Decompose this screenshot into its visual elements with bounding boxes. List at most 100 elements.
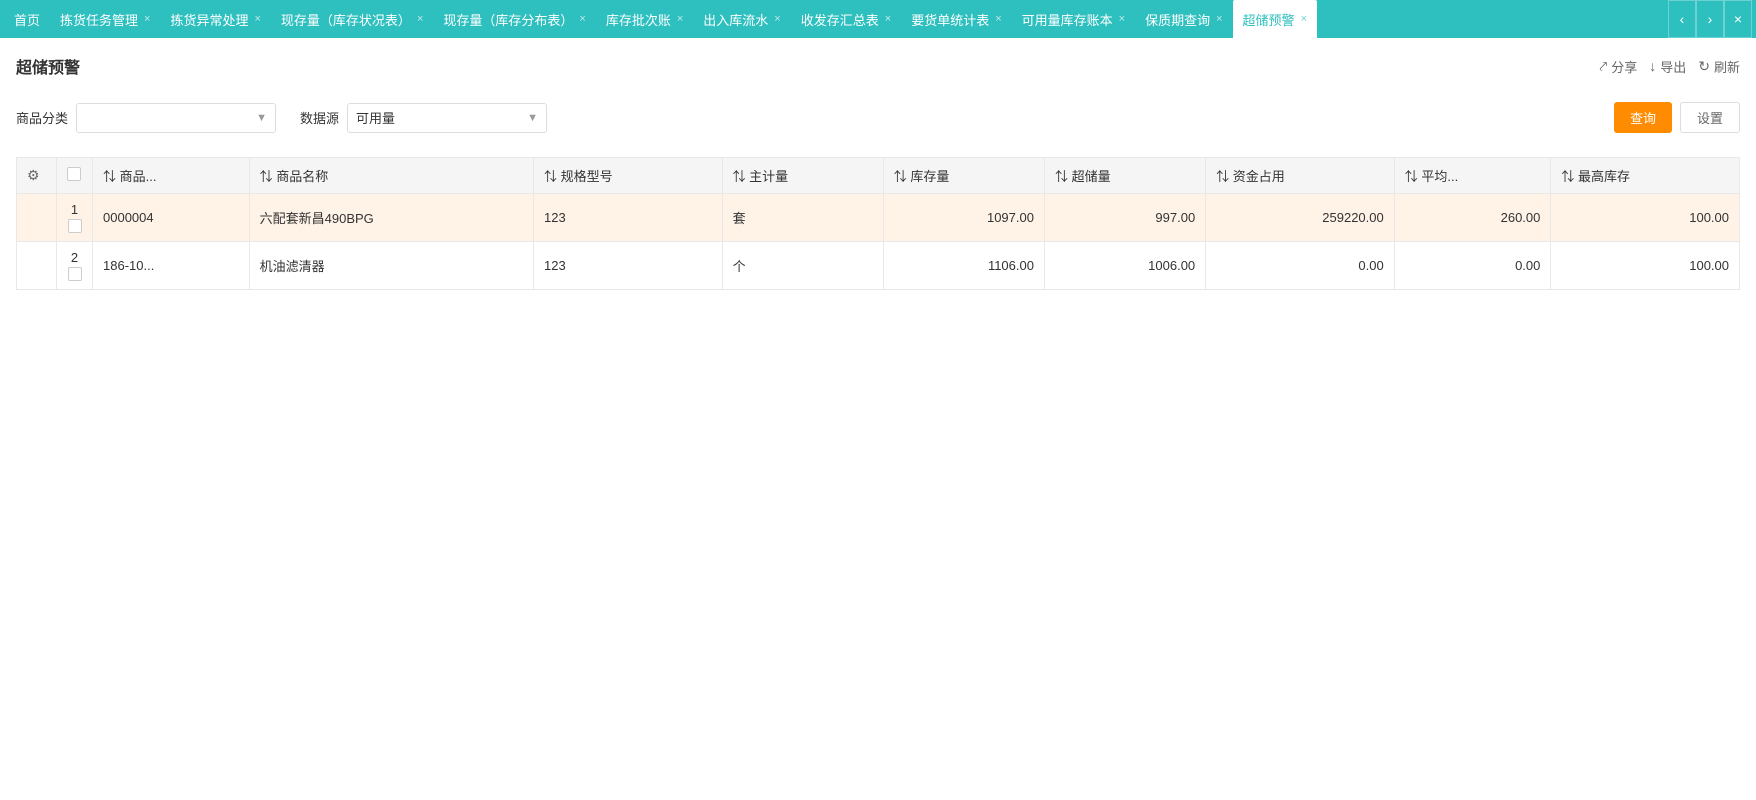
filter-buttons: 查询 设置: [1614, 102, 1740, 133]
row-capital-0: 259220.00: [1206, 194, 1395, 242]
nav-available-account[interactable]: 可用量库存账本 ×: [1012, 0, 1135, 38]
row-sku-code-0: 0000004: [93, 194, 250, 242]
th-capital: ⇅ 资金占用: [1206, 158, 1395, 194]
row-number-0: 1: [71, 202, 78, 217]
top-navigation: 首页 拣货任务管理 × 拣货异常处理 × 现存量（库存状况表） × 现存量（库存…: [0, 0, 1756, 38]
row-max-stock-1: 100.00: [1551, 242, 1740, 290]
th-sku-name: ⇅ 商品名称: [249, 158, 533, 194]
row-sku-name-0: 六配套新昌490BPG: [249, 194, 533, 242]
table-row: 2 186-10... 机油滤清器 123 个 1106.00 1006.00 …: [17, 242, 1740, 290]
th-sku-code-label: ⇅ 商品...: [103, 169, 156, 184]
th-max-stock-label: ⇅ 最高库存: [1561, 169, 1630, 184]
th-capital-label: ⇅ 资金占用: [1216, 169, 1285, 184]
export-button[interactable]: ↓ 导出: [1649, 57, 1686, 76]
nav-order-stats[interactable]: 要货单统计表 ×: [901, 0, 1011, 38]
th-avg: ⇅ 平均...: [1394, 158, 1551, 194]
row-capital-1: 0.00: [1206, 242, 1395, 290]
th-unit-label: ⇅ 主计量: [733, 169, 789, 184]
th-unit: ⇅ 主计量: [722, 158, 883, 194]
nav-close-inventory-batch[interactable]: ×: [677, 13, 683, 25]
nav-inventory-dist[interactable]: 现存量（库存分布表） ×: [433, 0, 595, 38]
nav-inventory-status[interactable]: 现存量（库存状况表） ×: [271, 0, 433, 38]
row-max-stock-0: 100.00: [1551, 194, 1740, 242]
table-row: 1 0000004 六配套新昌490BPG 123 套 1097.00 997.…: [17, 194, 1740, 242]
row-spec-0: 123: [534, 194, 723, 242]
export-icon: ↓: [1649, 58, 1656, 74]
th-sku-code: ⇅ 商品...: [93, 158, 250, 194]
row-overstock-0: 997.00: [1044, 194, 1205, 242]
row-num-0: 1: [57, 194, 93, 242]
title-actions: ⤤ 分享 ↓ 导出 ↻ 刷新: [1599, 57, 1740, 76]
row-overstock-1: 1006.00: [1044, 242, 1205, 290]
nav-inout-flow[interactable]: 出入库流水 ×: [693, 0, 790, 38]
row-settings-0: [17, 194, 57, 242]
row-sku-code-1: 186-10...: [93, 242, 250, 290]
nav-arrow-group: ‹ › ×: [1668, 0, 1752, 38]
category-dropdown-icon: ▼: [256, 112, 267, 124]
refresh-button[interactable]: ↻ 刷新: [1698, 57, 1740, 76]
row-sku-name-1: 机油滤清器: [249, 242, 533, 290]
page-content: 超储预警 ⤤ 分享 ↓ 导出 ↻ 刷新 商品分类 ▼ 数据源: [0, 38, 1756, 800]
row-number-1: 2: [71, 250, 78, 265]
nav-close-exception-proc[interactable]: ×: [254, 13, 260, 25]
th-overstock: ⇅ 超储量: [1044, 158, 1205, 194]
nav-recv-send-summary[interactable]: 收发存汇总表 ×: [791, 0, 901, 38]
header-checkbox[interactable]: [67, 167, 81, 181]
th-spec-label: ⇅ 规格型号: [544, 169, 613, 184]
nav-close-inventory-status[interactable]: ×: [417, 13, 423, 25]
refresh-icon: ↻: [1698, 58, 1710, 75]
nav-arrow-right[interactable]: ›: [1696, 0, 1724, 38]
page-title: 超储预警: [16, 54, 80, 78]
filter-datasource: 数据源 可用量 ▼: [300, 103, 547, 133]
row-num-1: 2: [57, 242, 93, 290]
settings-button[interactable]: 设置: [1680, 102, 1740, 133]
page-title-bar: 超储预警 ⤤ 分享 ↓ 导出 ↻ 刷新: [16, 54, 1740, 78]
nav-overstock-warning[interactable]: 超储预警 ×: [1233, 0, 1317, 38]
nav-close-recv-send-summary[interactable]: ×: [885, 13, 891, 25]
nav-close-order-stats[interactable]: ×: [995, 13, 1001, 25]
nav-quality-check[interactable]: 保质期查询 ×: [1135, 0, 1232, 38]
row-checkbox-1[interactable]: [68, 267, 82, 281]
filter-bar: 商品分类 ▼ 数据源 可用量 ▼ 查询 设置: [16, 94, 1740, 141]
row-unit-1: 个: [722, 242, 883, 290]
row-spec-1: 123: [534, 242, 723, 290]
nav-task-mgmt[interactable]: 拣货任务管理 ×: [50, 0, 160, 38]
gear-icon[interactable]: ⚙: [27, 167, 40, 183]
row-stock-0: 1097.00: [883, 194, 1044, 242]
th-check: [57, 158, 93, 194]
nav-arrow-left[interactable]: ‹: [1668, 0, 1696, 38]
th-avg-label: ⇅ 平均...: [1405, 169, 1458, 184]
nav-close-overstock-warning[interactable]: ×: [1301, 13, 1307, 25]
nav-exception-proc[interactable]: 拣货异常处理 ×: [160, 0, 270, 38]
nav-home[interactable]: 首页: [4, 0, 50, 38]
th-stock-label: ⇅ 库存量: [894, 169, 950, 184]
filter-category: 商品分类 ▼: [16, 103, 276, 133]
datasource-label: 数据源: [300, 108, 339, 127]
datasource-value: 可用量: [356, 108, 395, 127]
row-avg-0: 260.00: [1394, 194, 1551, 242]
datasource-select[interactable]: 可用量 ▼: [347, 103, 547, 133]
nav-close-inventory-dist[interactable]: ×: [579, 13, 585, 25]
nav-close-inout-flow[interactable]: ×: [774, 13, 780, 25]
category-label: 商品分类: [16, 108, 68, 127]
row-unit-0: 套: [722, 194, 883, 242]
nav-close-task-mgmt[interactable]: ×: [144, 13, 150, 25]
th-spec: ⇅ 规格型号: [534, 158, 723, 194]
nav-arrow-close[interactable]: ×: [1724, 0, 1752, 38]
nav-close-quality-check[interactable]: ×: [1216, 13, 1222, 25]
th-settings: ⚙: [17, 158, 57, 194]
th-sku-name-label: ⇅ 商品名称: [260, 169, 329, 184]
nav-inventory-batch[interactable]: 库存批次账 ×: [596, 0, 693, 38]
row-avg-1: 0.00: [1394, 242, 1551, 290]
th-stock: ⇅ 库存量: [883, 158, 1044, 194]
th-max-stock: ⇅ 最高库存: [1551, 158, 1740, 194]
category-select[interactable]: ▼: [76, 103, 276, 133]
share-button[interactable]: ⤤ 分享: [1599, 57, 1637, 76]
row-checkbox-0[interactable]: [68, 219, 82, 233]
query-button[interactable]: 查询: [1614, 102, 1672, 133]
row-stock-1: 1106.00: [883, 242, 1044, 290]
datasource-dropdown-icon: ▼: [527, 112, 538, 124]
row-settings-1: [17, 242, 57, 290]
nav-close-available-account[interactable]: ×: [1119, 13, 1125, 25]
data-table: ⚙ ⇅ 商品... ⇅ 商品名称 ⇅ 规格型号 ⇅ 主计量 ⇅: [16, 157, 1740, 290]
